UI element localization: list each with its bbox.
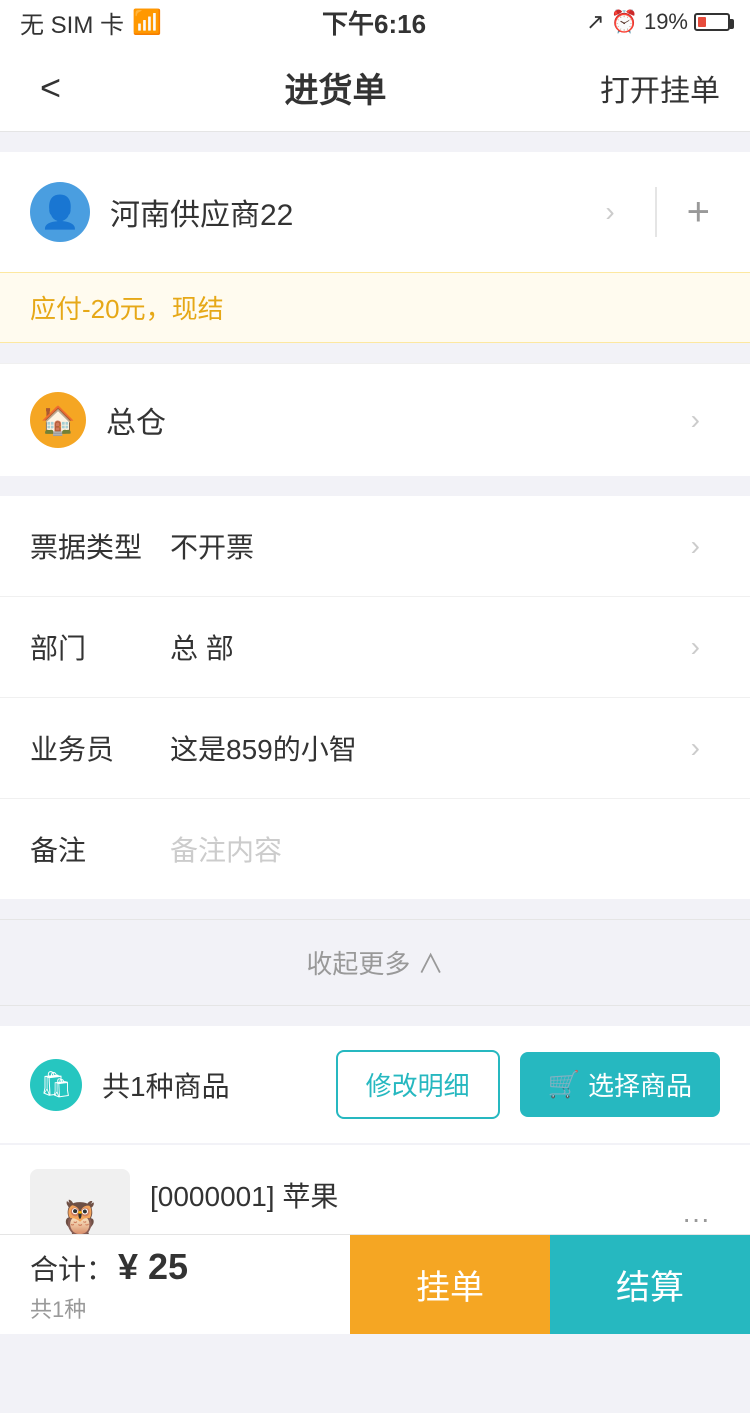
select-product-button[interactable]: 🛒 选择商品 bbox=[520, 1052, 720, 1117]
warehouse-name: 总仓 bbox=[106, 398, 691, 442]
hang-order-button[interactable]: 挂单 bbox=[350, 1235, 550, 1334]
checkout-button[interactable]: 结算 bbox=[550, 1235, 750, 1334]
edit-detail-button[interactable]: 修改明细 bbox=[336, 1050, 500, 1119]
form-section: 票据类型 不开票 › 部门 总 部 › 业务员 这是859的小智 › 备注 备注… bbox=[0, 496, 750, 899]
department-label: 部门 bbox=[30, 627, 170, 667]
warehouse-icon: 🏠 bbox=[41, 404, 76, 437]
battery-percent: 19% bbox=[644, 9, 688, 35]
select-product-icon: 🛒 bbox=[548, 1069, 580, 1100]
bottom-bar: 合计： ¥ 25 共1种 挂单 结算 bbox=[0, 1234, 750, 1334]
alarm-icon: ⏰ bbox=[611, 9, 638, 35]
time-label: 下午6:16 bbox=[322, 4, 426, 41]
warehouse-chevron-icon: › bbox=[691, 404, 700, 436]
invoice-row[interactable]: 票据类型 不开票 › bbox=[0, 496, 750, 597]
total-prefix: 合计： bbox=[30, 1248, 114, 1288]
collapse-bar[interactable]: 收起更多 ∧ bbox=[0, 919, 750, 1006]
salesman-value: 这是859的小智 bbox=[170, 728, 691, 768]
warehouse-section: 🏠 总仓 › bbox=[0, 363, 750, 476]
department-row[interactable]: 部门 总 部 › bbox=[0, 597, 750, 698]
invoice-label: 票据类型 bbox=[30, 526, 170, 566]
battery-fill bbox=[698, 17, 706, 27]
status-bar: 无 SIM 卡 📶 下午6:16 ↗ ⏰ 19% bbox=[0, 0, 750, 44]
wifi-icon: 📶 bbox=[132, 8, 162, 37]
supplier-avatar: 👤 bbox=[30, 182, 90, 242]
supplier-chevron-icon: › bbox=[605, 196, 614, 228]
payment-notice: 应付-20元，现结 bbox=[0, 272, 750, 343]
user-icon: 👤 bbox=[40, 193, 80, 231]
status-right: ↗ ⏰ 19% bbox=[586, 9, 730, 35]
back-button[interactable]: < bbox=[30, 57, 71, 119]
product-name: [0000001] 苹果 bbox=[150, 1175, 652, 1215]
carrier-label: 无 SIM 卡 bbox=[20, 5, 124, 40]
salesman-chevron-icon: › bbox=[691, 732, 700, 764]
supplier-row[interactable]: 👤 河南供应商22 › + bbox=[0, 152, 750, 272]
product-count-icon-wrap: 🛍 bbox=[30, 1059, 82, 1111]
remark-label: 备注 bbox=[30, 829, 170, 869]
department-chevron-icon: › bbox=[691, 631, 700, 663]
product-header: 🛍 共1种商品 修改明细 🛒 选择商品 bbox=[0, 1026, 750, 1143]
remark-row[interactable]: 备注 备注内容 bbox=[0, 799, 750, 899]
open-pending-button[interactable]: 打开挂单 bbox=[600, 66, 720, 110]
invoice-value: 不开票 bbox=[170, 526, 691, 566]
salesman-label: 业务员 bbox=[30, 728, 170, 768]
warehouse-icon-wrap: 🏠 bbox=[30, 392, 86, 448]
salesman-row[interactable]: 业务员 这是859的小智 › bbox=[0, 698, 750, 799]
section-gap-2 bbox=[0, 343, 750, 363]
supplier-name: 河南供应商22 bbox=[110, 190, 605, 234]
invoice-chevron-icon: › bbox=[691, 530, 700, 562]
select-product-label: 选择商品 bbox=[588, 1066, 692, 1103]
supplier-divider bbox=[655, 187, 657, 237]
status-left: 无 SIM 卡 📶 bbox=[20, 5, 162, 40]
department-value: 总 部 bbox=[170, 627, 691, 667]
warehouse-row[interactable]: 🏠 总仓 › bbox=[0, 363, 750, 476]
bottom-total: 合计： ¥ 25 共1种 bbox=[0, 1235, 350, 1334]
nav-bar: < 进货单 打开挂单 bbox=[0, 44, 750, 132]
section-gap-1 bbox=[0, 132, 750, 152]
total-count: 共1种 bbox=[30, 1292, 320, 1324]
supplier-section: 👤 河南供应商22 › + 应付-20元，现结 bbox=[0, 152, 750, 343]
location-icon: ↗ bbox=[586, 9, 604, 35]
battery-icon bbox=[694, 13, 730, 31]
total-amount-display: ¥ 25 bbox=[118, 1246, 188, 1288]
cart-icon: 🛍 bbox=[39, 1069, 72, 1100]
remark-input[interactable]: 备注内容 bbox=[170, 829, 720, 869]
page-title: 进货单 bbox=[285, 63, 387, 112]
add-supplier-button[interactable]: + bbox=[677, 190, 720, 235]
product-count-label: 共1种商品 bbox=[102, 1065, 316, 1105]
